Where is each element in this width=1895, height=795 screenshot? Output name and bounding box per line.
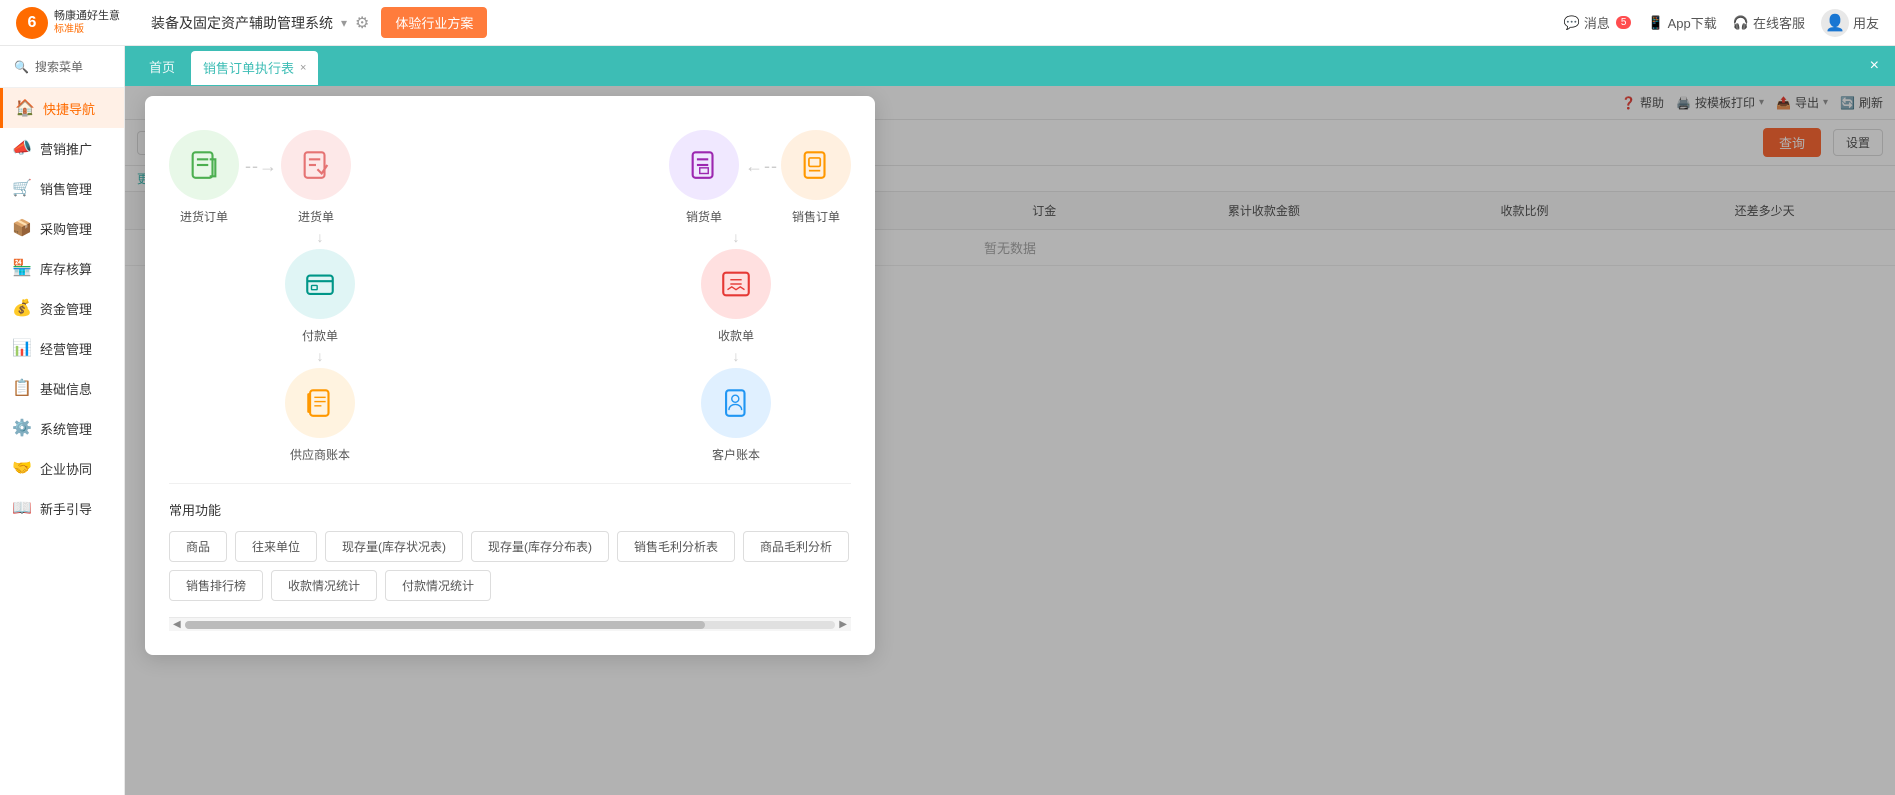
search-menu-button[interactable]: 🔍 搜索菜单 — [8, 54, 116, 79]
sales-icon: 🛒 — [12, 178, 32, 198]
top-bar: 6 畅康通好生意 标准版 装备及固定资产辅助管理系统 ▾ ⚙ 体验行业方案 💬 … — [0, 0, 1895, 46]
modal-overlay: 进货订单 - - → 进货单 — [125, 86, 1895, 795]
basic-icon: 📋 — [12, 378, 32, 398]
experience-button[interactable]: 体验行业方案 — [381, 7, 487, 38]
content-area: 首页 销售订单执行表 × × ❓ 帮助 🖨️ 按模板打印 — [125, 46, 1895, 795]
sales-order-icon — [781, 130, 851, 200]
common-functions-title: 常用功能 — [169, 500, 851, 519]
sidebar-item-sales[interactable]: 🛒 销售管理 — [0, 168, 124, 208]
supplier-ledger-icon — [285, 368, 355, 438]
system-name: 装备及固定资产辅助管理系统 — [151, 13, 333, 33]
payment-icon — [285, 249, 355, 319]
btn-goods[interactable]: 商品 — [169, 531, 227, 562]
sidebar-item-inventory[interactable]: 🏪 库存核算 — [0, 248, 124, 288]
tab-home[interactable]: 首页 — [133, 46, 191, 86]
scroll-right-button[interactable]: ▶ — [839, 619, 847, 630]
common-functions-section: 常用功能 商品 往来单位 现存量(库存状况表) 现存量(库存分布表) 销售毛利分… — [169, 483, 851, 601]
sidebar-item-finance[interactable]: 💰 资金管理 — [0, 288, 124, 328]
supplier-ledger-node[interactable]: 供应商账本 — [285, 368, 355, 463]
sidebar-item-marketing[interactable]: 📣 营销推广 — [0, 128, 124, 168]
page-content: ❓ 帮助 🖨️ 按模板打印 ▾ 📤 导出 ▾ 🔄 — [125, 86, 1895, 795]
app-wrapper: 6 畅康通好生意 标准版 装备及固定资产辅助管理系统 ▾ ⚙ 体验行业方案 💬 … — [0, 0, 1895, 795]
avatar: 👤 — [1821, 9, 1849, 37]
settings-icon[interactable]: ⚙ — [355, 13, 369, 33]
btn-goods-profit[interactable]: 商品毛利分析 — [743, 531, 849, 562]
top-right-actions: 💬 消息 5 📱 App下载 🎧 在线客服 👤 用友 — [1564, 9, 1879, 37]
logo-text: 畅康通好生意 标准版 — [54, 9, 120, 36]
scroll-thumb[interactable] — [185, 621, 705, 629]
arrow-down-receipt: ↓ — [733, 348, 740, 364]
purchase-bill-icon — [281, 130, 351, 200]
common-buttons-row: 商品 往来单位 现存量(库存状况表) 现存量(库存分布表) 销售毛利分析表 商品… — [169, 531, 851, 562]
sidebar-item-enterprise[interactable]: 🤝 企业协同 — [0, 448, 124, 488]
download-icon: 📱 — [1647, 15, 1663, 31]
arrow-down-purchase: ↓ — [317, 229, 324, 245]
purchase-order-icon — [169, 130, 239, 200]
sidebar-item-basic[interactable]: 📋 基础信息 — [0, 368, 124, 408]
guide-icon: 📖 — [12, 498, 32, 518]
online-service-button[interactable]: 🎧 在线客服 — [1733, 13, 1805, 32]
receipt-node[interactable]: 收款单 — [701, 249, 771, 344]
main-area: 🔍 搜索菜单 🏠 快捷导航 📣 营销推广 🛒 销售管理 📦 采购管理 — [0, 46, 1895, 795]
enterprise-icon: 🤝 — [12, 458, 32, 478]
common-buttons-row2: 销售排行榜 收款情况统计 付款情况统计 — [169, 570, 851, 601]
btn-partners[interactable]: 往来单位 — [235, 531, 317, 562]
search-icon: 🔍 — [14, 60, 29, 74]
tab-close-icon[interactable]: × — [300, 62, 306, 74]
tab-bar: 首页 销售订单执行表 × × — [125, 46, 1895, 86]
payment-node[interactable]: 付款单 — [285, 249, 355, 344]
sidebar: 🔍 搜索菜单 🏠 快捷导航 📣 营销推广 🛒 销售管理 📦 采购管理 — [0, 46, 125, 795]
message-button[interactable]: 💬 消息 5 — [1564, 13, 1632, 32]
service-icon: 🎧 — [1733, 15, 1749, 31]
btn-stock-status[interactable]: 现存量(库存状况表) — [325, 531, 463, 562]
finance-icon: 💰 — [12, 298, 32, 318]
logo-icon: 6 — [16, 7, 48, 39]
flow-diagram: 进货订单 - - → 进货单 — [169, 120, 851, 483]
sidebar-item-guide[interactable]: 📖 新手引导 — [0, 488, 124, 528]
scroll-bar-area: ◀ ▶ — [169, 617, 851, 631]
home-icon: 🏠 — [15, 98, 35, 118]
logo-area: 6 畅康通好生意 标准版 — [16, 7, 141, 39]
scroll-left-button[interactable]: ◀ — [173, 619, 181, 630]
sales-bill-node[interactable]: 销货单 — [669, 130, 739, 225]
btn-receipt-stats[interactable]: 收款情况统计 — [271, 570, 377, 601]
arrow-down-sales: ↓ — [733, 229, 740, 245]
scroll-track — [185, 621, 836, 629]
flow-modal: 进货订单 - - → 进货单 — [145, 96, 875, 655]
dropdown-arrow-icon[interactable]: ▾ — [341, 16, 347, 30]
purchase-icon: 📦 — [12, 218, 32, 238]
marketing-icon: 📣 — [12, 138, 32, 158]
customer-ledger-icon — [701, 368, 771, 438]
arrow-down-payment: ↓ — [317, 348, 324, 364]
purchase-bill-node[interactable]: 进货单 — [281, 130, 351, 225]
inventory-icon: 🏪 — [12, 258, 32, 278]
btn-sales-ranking[interactable]: 销售排行榜 — [169, 570, 263, 601]
message-icon: 💬 — [1564, 15, 1580, 31]
sidebar-search-area: 🔍 搜索菜单 — [0, 46, 124, 88]
btn-payment-stats[interactable]: 付款情况统计 — [385, 570, 491, 601]
sidebar-item-purchase[interactable]: 📦 采购管理 — [0, 208, 124, 248]
sales-order-node[interactable]: 销售订单 — [781, 130, 851, 225]
operations-icon: 📊 — [12, 338, 32, 358]
system-title: 装备及固定资产辅助管理系统 ▾ ⚙ 体验行业方案 — [141, 7, 1564, 38]
system-icon: ⚙️ — [12, 418, 32, 438]
customer-ledger-node[interactable]: 客户账本 — [701, 368, 771, 463]
user-profile[interactable]: 👤 用友 — [1821, 9, 1879, 37]
tab-bar-close-button[interactable]: × — [1862, 57, 1887, 75]
tab-active[interactable]: 销售订单执行表 × — [191, 51, 318, 85]
sidebar-item-system[interactable]: ⚙️ 系统管理 — [0, 408, 124, 448]
sidebar-item-quick-nav[interactable]: 🏠 快捷导航 — [0, 88, 124, 128]
sidebar-item-operations[interactable]: 📊 经营管理 — [0, 328, 124, 368]
message-badge: 5 — [1616, 16, 1632, 29]
btn-sales-profit[interactable]: 销售毛利分析表 — [617, 531, 735, 562]
btn-stock-distribution[interactable]: 现存量(库存分布表) — [471, 531, 609, 562]
sales-bill-icon — [669, 130, 739, 200]
receipt-icon — [701, 249, 771, 319]
purchase-order-node[interactable]: 进货订单 — [169, 130, 239, 225]
app-download-button[interactable]: 📱 App下载 — [1647, 13, 1716, 32]
